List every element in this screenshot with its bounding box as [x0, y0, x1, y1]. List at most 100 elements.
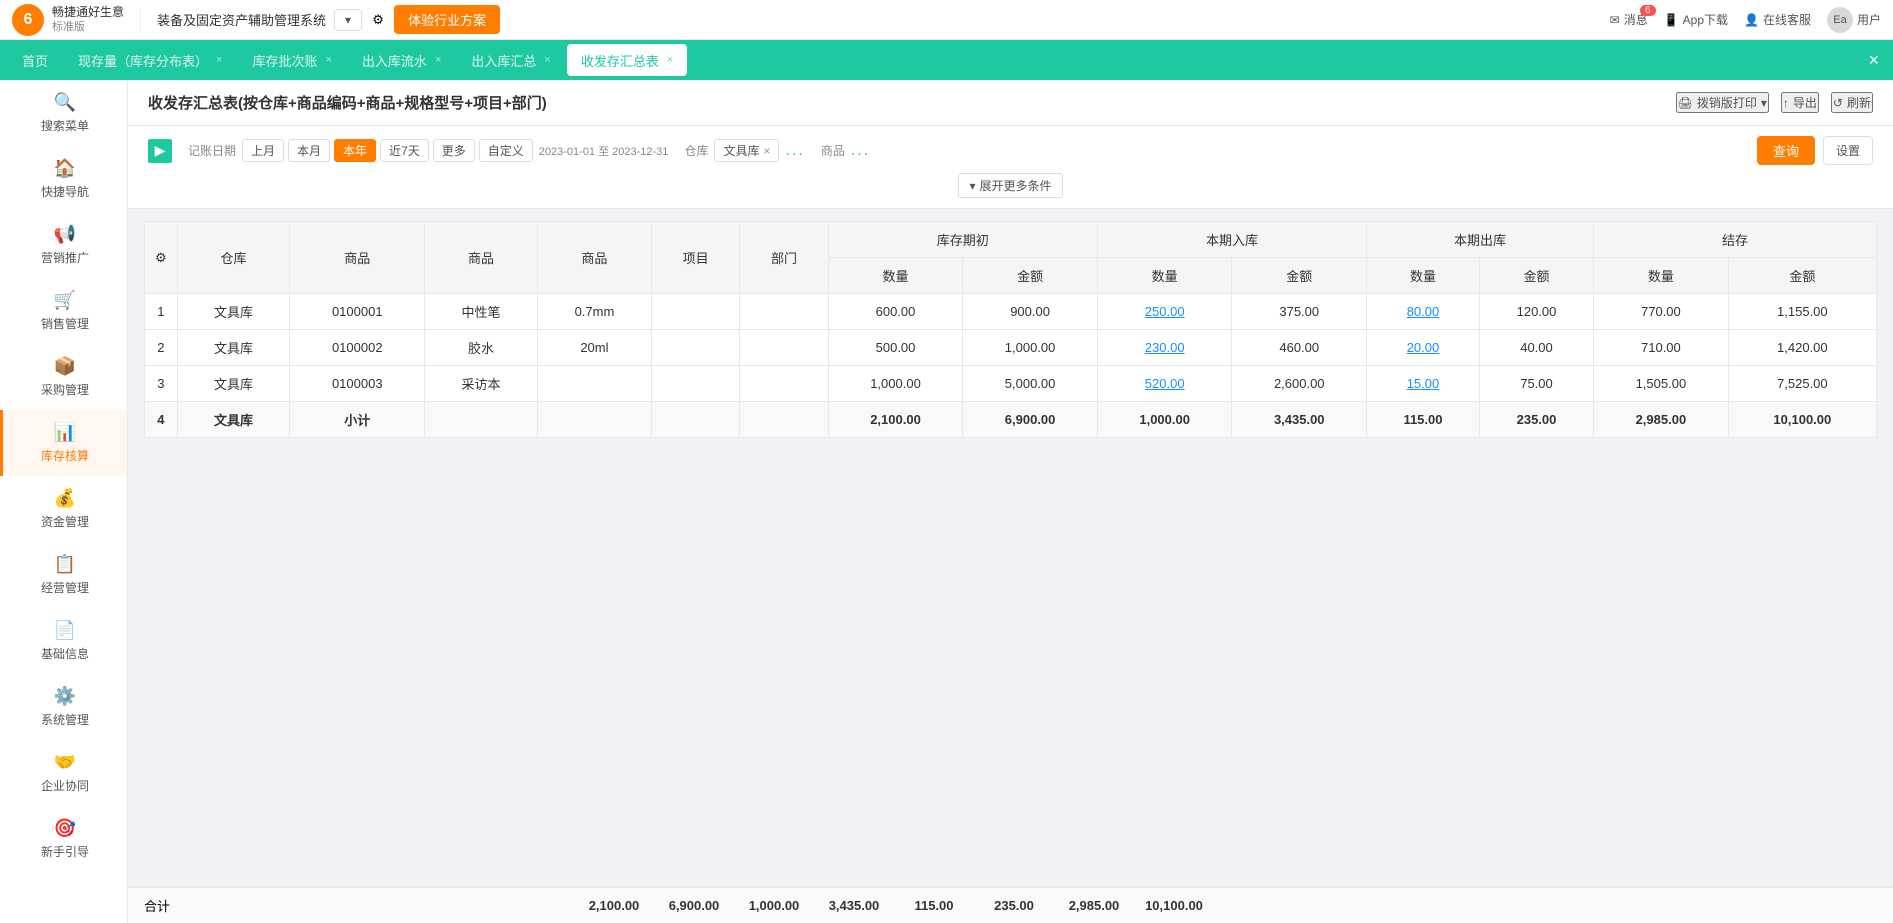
row-goods-code: 0100001 — [290, 294, 425, 330]
date-btn-this-year[interactable]: 本年 — [334, 139, 376, 162]
row-in-qty[interactable]: 520.00 — [1097, 366, 1232, 402]
row-goods-spec: 20ml — [537, 330, 651, 366]
row-out-qty[interactable]: 80.00 — [1367, 294, 1480, 330]
sidebar-item-quick-nav[interactable]: 🏠 快捷导航 — [0, 146, 127, 212]
filter-row-1: ▶ 记账日期 上月 本月 本年 近7天 更多 自定义 2023-01-01 至 … — [148, 136, 1873, 165]
filter-toggle-button[interactable]: ▶ — [148, 139, 172, 163]
row-opening-amt: 5,000.00 — [963, 366, 1098, 402]
messages-button[interactable]: ✉ 消息 6 — [1610, 11, 1648, 28]
sidebar-item-marketing[interactable]: 📢 营销推广 — [0, 212, 127, 278]
row-goods-name: 中性笔 — [425, 294, 538, 330]
sidebar-item-sales[interactable]: 🛒 销售管理 — [0, 278, 127, 344]
row-closing-qty: 2,985.00 — [1594, 402, 1729, 438]
online-service-button[interactable]: 👤 在线客服 — [1744, 11, 1811, 28]
sidebar-item-cooperation[interactable]: 🤝 企业协同 — [0, 740, 127, 806]
row-no: 2 — [145, 330, 178, 366]
data-table: ⚙ 仓库 商品 商品 商品 项目 部门 库存期初 本期入库 本期出库 结存 数量 — [144, 221, 1877, 438]
row-department — [740, 402, 828, 438]
row-opening-qty: 2,100.00 — [828, 402, 963, 438]
expand-conditions-button[interactable]: ▾ 展开更多条件 — [958, 173, 1062, 198]
row-warehouse: 文具库 — [177, 330, 290, 366]
th-department: 部门 — [740, 222, 828, 294]
row-closing-amt: 10,100.00 — [1728, 402, 1876, 438]
tab-recv-send[interactable]: 收发存汇总表 × — [567, 44, 687, 76]
tab-inout-summary[interactable]: 出入库汇总 × — [457, 44, 564, 76]
date-btn-more[interactable]: 更多 — [433, 139, 475, 162]
close-tab-inout-summary[interactable]: × — [544, 54, 550, 66]
expand-row: ▾ 展开更多条件 — [148, 173, 1873, 198]
row-out-qty[interactable]: 115.00 — [1367, 402, 1480, 438]
close-all-tabs-button[interactable]: × — [1862, 50, 1885, 71]
th-in-qty: 数量 — [1097, 258, 1232, 294]
close-tab-inventory-dist[interactable]: × — [216, 54, 222, 66]
sidebar-item-guide[interactable]: 🎯 新手引导 — [0, 806, 127, 872]
query-button[interactable]: 查询 — [1757, 136, 1815, 165]
date-buttons: 上月 本月 本年 近7天 更多 自定义 — [242, 139, 533, 162]
sidebar-item-finance[interactable]: 💰 资金管理 — [0, 476, 127, 542]
sidebar: 🔍 搜索菜单 🏠 快捷导航 📢 营销推广 🛒 销售管理 📦 采购管理 📊 库存核… — [0, 80, 128, 923]
footer-out-qty: 115.00 — [894, 898, 974, 913]
row-project — [652, 294, 740, 330]
date-btn-7days[interactable]: 近7天 — [380, 139, 429, 162]
row-in-qty[interactable]: 230.00 — [1097, 330, 1232, 366]
export-button[interactable]: ↑ 导出 — [1781, 92, 1819, 113]
sidebar-item-inventory[interactable]: 📊 库存核算 — [0, 410, 127, 476]
row-in-qty[interactable]: 250.00 — [1097, 294, 1232, 330]
top-bar: 6 畅捷通好生意 标准版 装备及固定资产辅助管理系统 ▾ ⚙ 体验行业方案 ✉ … — [0, 0, 1893, 40]
close-tab-batch[interactable]: × — [325, 54, 331, 66]
refresh-button[interactable]: ↺ 刷新 — [1831, 92, 1873, 113]
refresh-icon: ↺ — [1833, 96, 1843, 110]
page-title: 收发存汇总表(按仓库+商品编码+商品+规格型号+项目+部门) — [148, 92, 547, 113]
row-in-qty[interactable]: 1,000.00 — [1097, 402, 1232, 438]
sidebar-item-operation[interactable]: 📋 经营管理 — [0, 542, 127, 608]
table-row: 2文具库0100002胶水20ml500.001,000.00230.00460… — [145, 330, 1877, 366]
sidebar-item-base-info[interactable]: 📄 基础信息 — [0, 608, 127, 674]
date-btn-this-month[interactable]: 本月 — [288, 139, 330, 162]
goods-more-button[interactable]: ... — [851, 142, 870, 160]
print-chevron-icon: ▾ — [1761, 96, 1767, 110]
tab-inventory-dist[interactable]: 现存量（库存分布表） × — [64, 44, 236, 76]
tab-home[interactable]: 首页 — [8, 44, 62, 76]
row-out-qty[interactable]: 20.00 — [1367, 330, 1480, 366]
footer-closing-amt: 10,100.00 — [1134, 898, 1214, 913]
row-opening-amt: 1,000.00 — [963, 330, 1098, 366]
footer-in-qty: 1,000.00 — [734, 898, 814, 913]
expand-icon: ▾ — [969, 179, 975, 193]
th-opening-amt: 金额 — [963, 258, 1098, 294]
row-goods-code: 0100003 — [290, 366, 425, 402]
row-goods-spec — [537, 402, 651, 438]
user-button[interactable]: Ea 用户 — [1827, 7, 1881, 33]
row-out-amt: 40.00 — [1479, 330, 1593, 366]
trial-button[interactable]: 体验行业方案 — [394, 5, 500, 34]
system-select-button[interactable]: ▾ — [334, 9, 362, 31]
date-btn-last-month[interactable]: 上月 — [242, 139, 284, 162]
row-closing-amt: 1,420.00 — [1728, 330, 1876, 366]
sidebar-item-search[interactable]: 🔍 搜索菜单 — [0, 80, 127, 146]
remove-warehouse-button[interactable]: × — [763, 144, 770, 158]
filter-settings-button[interactable]: 设置 — [1823, 136, 1873, 165]
message-icon: ✉ — [1610, 13, 1620, 27]
print-button[interactable]: 🖨 拨销版打印 ▾ — [1676, 92, 1769, 113]
row-in-amt: 460.00 — [1232, 330, 1367, 366]
marketing-icon: 📢 — [54, 224, 76, 245]
row-out-qty[interactable]: 15.00 — [1367, 366, 1480, 402]
tab-batch[interactable]: 库存批次账 × — [238, 44, 345, 76]
tab-inout-flow[interactable]: 出入库流水 × — [348, 44, 455, 76]
close-tab-recv-send[interactable]: × — [667, 54, 673, 66]
close-tab-inout-flow[interactable]: × — [435, 54, 441, 66]
th-goods-spec: 商品 — [537, 222, 651, 294]
sidebar-item-purchase[interactable]: 📦 采购管理 — [0, 344, 127, 410]
top-bar-left: 6 畅捷通好生意 标准版 装备及固定资产辅助管理系统 ▾ ⚙ 体验行业方案 — [12, 4, 500, 36]
sidebar-item-system[interactable]: ⚙️ 系统管理 — [0, 674, 127, 740]
footer-opening-amt: 6,900.00 — [654, 898, 734, 913]
warehouse-filter: 仓库 文具库 × ... — [684, 139, 804, 162]
row-goods-code: 小计 — [290, 402, 425, 438]
th-opening-qty: 数量 — [828, 258, 963, 294]
date-btn-custom[interactable]: 自定义 — [479, 139, 533, 162]
th-closing-qty: 数量 — [1594, 258, 1729, 294]
warehouse-more-button[interactable]: ... — [785, 142, 804, 160]
settings-icon[interactable]: ⚙ — [370, 12, 386, 28]
app-download-button[interactable]: 📱 App下载 — [1664, 11, 1728, 28]
th-out-amt: 金额 — [1479, 258, 1593, 294]
date-label: 记账日期 — [188, 142, 236, 159]
